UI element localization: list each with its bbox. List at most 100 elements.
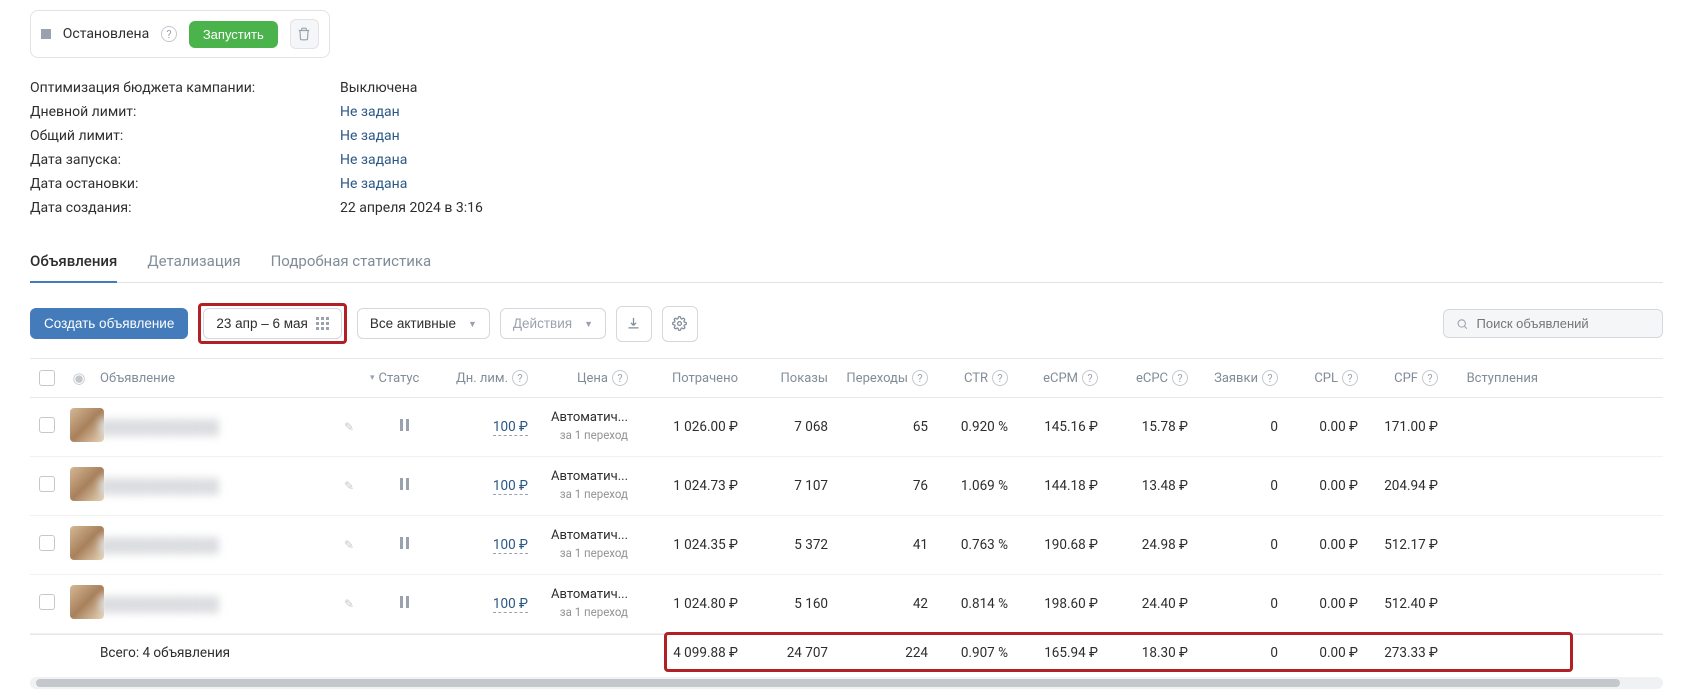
pause-icon[interactable] <box>400 478 409 490</box>
table-row[interactable]: ████████████ ✎ 100 ₽ Автоматич...за 1 пе… <box>30 516 1663 575</box>
cell-clicks: 42 <box>834 596 934 612</box>
edit-icon[interactable]: ✎ <box>344 597 354 611</box>
cell-cpl: 0.00 ₽ <box>1284 537 1364 553</box>
col-ad[interactable]: Объявление <box>94 371 334 386</box>
col-ecpc[interactable]: eCPC? <box>1104 370 1194 386</box>
search-input-wrap[interactable] <box>1443 309 1663 338</box>
info-value-link[interactable]: Не задана <box>340 152 407 168</box>
table-row[interactable]: ████████████ ✎ 100 ₽ Автоматич...за 1 пе… <box>30 457 1663 516</box>
ad-name[interactable]: ████████████ <box>100 479 219 495</box>
col-cpl[interactable]: CPL? <box>1284 370 1364 386</box>
col-leads[interactable]: Заявки? <box>1194 370 1284 386</box>
chevron-down-icon: ▼ <box>468 319 477 329</box>
filter-button[interactable]: Все активные ▼ <box>357 308 490 339</box>
cell-ecpc: 24.40 ₽ <box>1104 596 1194 612</box>
tab-detail[interactable]: Детализация <box>147 242 240 282</box>
totals-imp: 24 707 <box>744 645 834 661</box>
info-value-link[interactable]: Не задан <box>340 128 400 144</box>
tab-stats[interactable]: Подробная статистика <box>271 242 432 282</box>
col-ecpm[interactable]: eCPM? <box>1014 370 1104 386</box>
col-day-limit[interactable]: Дн. лим.? <box>444 370 534 386</box>
download-button[interactable] <box>616 306 652 342</box>
search-icon <box>1456 317 1469 331</box>
col-impressions[interactable]: Показы <box>744 371 834 386</box>
campaign-info: Оптимизация бюджета кампании:Выключена Д… <box>30 76 1663 220</box>
day-limit-link[interactable]: 100 ₽ <box>493 596 528 613</box>
table-header: ◉ Объявление ▾Статус Дн. лим.? Цена? Пот… <box>30 359 1663 398</box>
info-value-link[interactable]: Не задана <box>340 176 407 192</box>
totals-label: Всего: 4 объявления <box>94 645 334 661</box>
cell-leads: 0 <box>1194 419 1284 435</box>
ad-name[interactable]: ████████████ <box>100 420 219 436</box>
cell-ctr: 0.920 % <box>934 419 1014 435</box>
delete-button[interactable] <box>290 19 319 49</box>
actions-button[interactable]: Действия ▼ <box>500 308 606 339</box>
edit-icon[interactable]: ✎ <box>344 479 354 493</box>
cell-spent: 1 026.00 ₽ <box>634 419 744 435</box>
ad-name[interactable]: ████████████ <box>100 538 219 554</box>
col-price[interactable]: Цена? <box>534 370 634 386</box>
status-label: Остановлена <box>63 26 149 42</box>
help-icon[interactable]: ? <box>512 370 528 386</box>
help-icon[interactable]: ? <box>1422 370 1438 386</box>
cell-ecpm: 145.16 ₽ <box>1014 419 1104 435</box>
pause-icon[interactable] <box>400 419 409 431</box>
cell-cpf: 171.00 ₽ <box>1364 419 1444 435</box>
edit-icon[interactable]: ✎ <box>344 538 354 552</box>
tab-ads[interactable]: Объявления <box>30 242 117 282</box>
edit-icon[interactable]: ✎ <box>344 420 354 434</box>
row-checkbox[interactable] <box>39 594 55 610</box>
cell-spent: 1 024.35 ₽ <box>634 537 744 553</box>
row-checkbox[interactable] <box>39 417 55 433</box>
pause-icon[interactable] <box>400 537 409 549</box>
date-range-button[interactable]: 23 апр – 6 мая <box>203 308 341 339</box>
help-icon[interactable]: ? <box>1342 370 1358 386</box>
row-checkbox[interactable] <box>39 535 55 551</box>
help-icon[interactable]: ? <box>1172 370 1188 386</box>
help-icon[interactable]: ? <box>161 26 177 42</box>
col-clicks[interactable]: Переходы? <box>834 370 934 386</box>
sort-icon: ▾ <box>370 373 375 383</box>
search-input[interactable] <box>1477 316 1650 331</box>
actions-label: Действия <box>513 316 572 331</box>
totals-clicks: 224 <box>834 645 934 661</box>
cell-clicks: 41 <box>834 537 934 553</box>
totals-ctr: 0.907 % <box>934 645 1014 661</box>
cell-imp: 5 372 <box>744 537 834 553</box>
help-icon[interactable]: ? <box>1262 370 1278 386</box>
totals-ecpc: 18.30 ₽ <box>1104 645 1194 661</box>
info-label: Дата запуска: <box>30 152 340 168</box>
horizontal-scrollbar[interactable] <box>30 677 1663 689</box>
settings-button[interactable] <box>662 306 698 342</box>
day-limit-link[interactable]: 100 ₽ <box>493 478 528 495</box>
day-limit-link[interactable]: 100 ₽ <box>493 537 528 554</box>
cell-ecpm: 190.68 ₽ <box>1014 537 1104 553</box>
cell-ctr: 1.069 % <box>934 478 1014 494</box>
cell-leads: 0 <box>1194 478 1284 494</box>
help-icon[interactable]: ? <box>912 370 928 386</box>
col-cpf[interactable]: CPF? <box>1364 370 1444 386</box>
col-status[interactable]: ▾Статус <box>364 371 444 386</box>
start-button[interactable]: Запустить <box>189 21 278 48</box>
help-icon[interactable]: ? <box>1082 370 1098 386</box>
cell-ecpm: 144.18 ₽ <box>1014 478 1104 494</box>
cell-ecpm: 198.60 ₽ <box>1014 596 1104 612</box>
stop-icon <box>41 29 51 39</box>
info-value-link[interactable]: Не задан <box>340 104 400 120</box>
help-icon[interactable]: ? <box>992 370 1008 386</box>
day-limit-link[interactable]: 100 ₽ <box>493 419 528 436</box>
help-icon[interactable]: ? <box>612 370 628 386</box>
ad-name[interactable]: ████████████ <box>100 597 219 613</box>
col-joins[interactable]: Вступления <box>1444 371 1544 386</box>
table-row[interactable]: ████████████ ✎ 100 ₽ Автоматич...за 1 пе… <box>30 575 1663 634</box>
select-all-checkbox[interactable] <box>39 370 55 386</box>
row-checkbox[interactable] <box>39 476 55 492</box>
pause-icon[interactable] <box>400 596 409 608</box>
cell-ecpc: 13.48 ₽ <box>1104 478 1194 494</box>
col-spent[interactable]: Потрачено <box>634 371 744 386</box>
eye-icon[interactable]: ◉ <box>72 369 85 387</box>
col-ctr[interactable]: CTR? <box>934 370 1014 386</box>
table-row[interactable]: ████████████ ✎ 100 ₽ Автоматич...за 1 пе… <box>30 398 1663 457</box>
create-ad-button[interactable]: Создать объявление <box>30 308 188 339</box>
calendar-icon <box>316 317 329 330</box>
